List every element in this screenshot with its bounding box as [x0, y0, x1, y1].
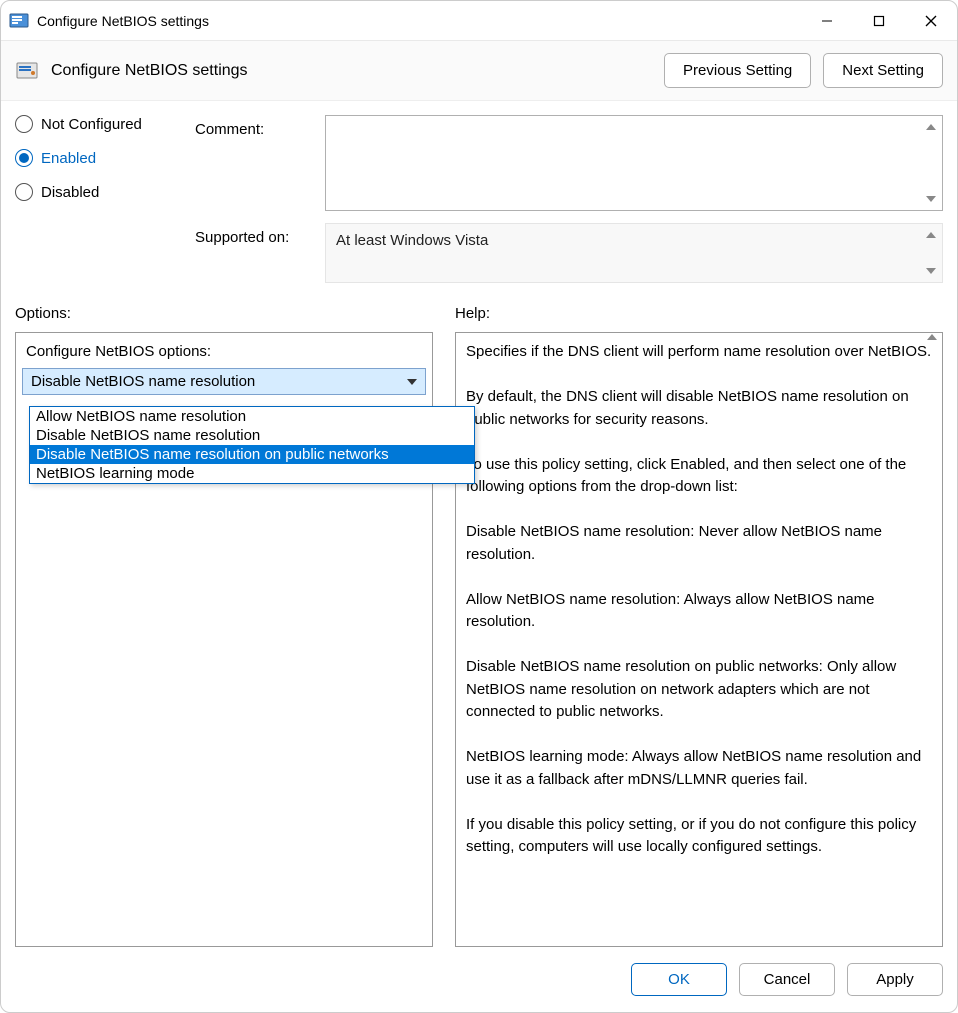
cancel-button[interactable]: Cancel — [739, 963, 835, 996]
radio-icon — [15, 115, 33, 133]
help-label: Help: — [455, 305, 943, 322]
close-button[interactable] — [905, 1, 957, 41]
options-heading: Configure NetBIOS options: — [16, 343, 432, 368]
help-scroll-up-icon[interactable] — [927, 334, 937, 340]
options-panel: Configure NetBIOS options: Disable NetBI… — [15, 332, 433, 947]
radio-icon — [15, 149, 33, 167]
help-text: Specifies if the DNS client will perform… — [456, 333, 942, 867]
minimize-button[interactable] — [801, 1, 853, 41]
scroll-down-icon[interactable] — [926, 196, 936, 202]
comment-label: Comment: — [195, 115, 315, 138]
scroll-up-icon[interactable] — [926, 124, 936, 130]
window-title: Configure NetBIOS settings — [37, 13, 209, 29]
dropdown-item[interactable]: Allow NetBIOS name resolution — [30, 407, 474, 426]
radio-icon — [15, 183, 33, 201]
radio-not-configured[interactable]: Not Configured — [15, 115, 175, 133]
header: Configure NetBIOS settings Previous Sett… — [1, 41, 957, 101]
radio-label: Not Configured — [41, 116, 142, 133]
next-setting-button[interactable]: Next Setting — [823, 53, 943, 88]
dropdown-item[interactable]: Disable NetBIOS name resolution on publi… — [30, 445, 474, 464]
supported-on-value: At least Windows Vista — [336, 232, 488, 249]
comment-textarea[interactable] — [325, 115, 943, 211]
scroll-down-icon[interactable] — [926, 268, 936, 274]
supported-on-box: At least Windows Vista — [325, 223, 943, 283]
panels: Configure NetBIOS options: Disable NetBI… — [1, 332, 957, 947]
ok-button[interactable]: OK — [631, 963, 727, 996]
setting-title: Configure NetBIOS settings — [51, 62, 652, 80]
options-label: Options: — [15, 305, 433, 322]
apply-button[interactable]: Apply — [847, 963, 943, 996]
netbios-options-dropdown: Allow NetBIOS name resolution Disable Ne… — [29, 406, 475, 484]
fields: Comment: Supported on: At least Windows … — [195, 115, 943, 283]
footer: OK Cancel Apply — [1, 947, 957, 1012]
policy-settings-window: Configure NetBIOS settings Configure Net… — [0, 0, 958, 1013]
radio-disabled[interactable]: Disabled — [15, 183, 175, 201]
setting-icon — [15, 59, 39, 83]
previous-setting-button[interactable]: Previous Setting — [664, 53, 811, 88]
radio-enabled[interactable]: Enabled — [15, 149, 175, 167]
policy-icon — [9, 11, 29, 31]
radio-label: Disabled — [41, 184, 99, 201]
state-radio-group: Not Configured Enabled Disabled — [15, 115, 175, 283]
dropdown-item[interactable]: NetBIOS learning mode — [30, 464, 474, 483]
state-section: Not Configured Enabled Disabled Comment:… — [1, 101, 957, 283]
section-labels: Options: Help: — [1, 283, 957, 332]
netbios-options-combobox[interactable]: Disable NetBIOS name resolution — [22, 368, 426, 395]
radio-label: Enabled — [41, 150, 96, 167]
maximize-button[interactable] — [853, 1, 905, 41]
scroll-up-icon[interactable] — [926, 232, 936, 238]
dropdown-item[interactable]: Disable NetBIOS name resolution — [30, 426, 474, 445]
titlebar: Configure NetBIOS settings — [1, 1, 957, 41]
help-panel: Specifies if the DNS client will perform… — [455, 332, 943, 947]
supported-on-label: Supported on: — [195, 223, 315, 246]
